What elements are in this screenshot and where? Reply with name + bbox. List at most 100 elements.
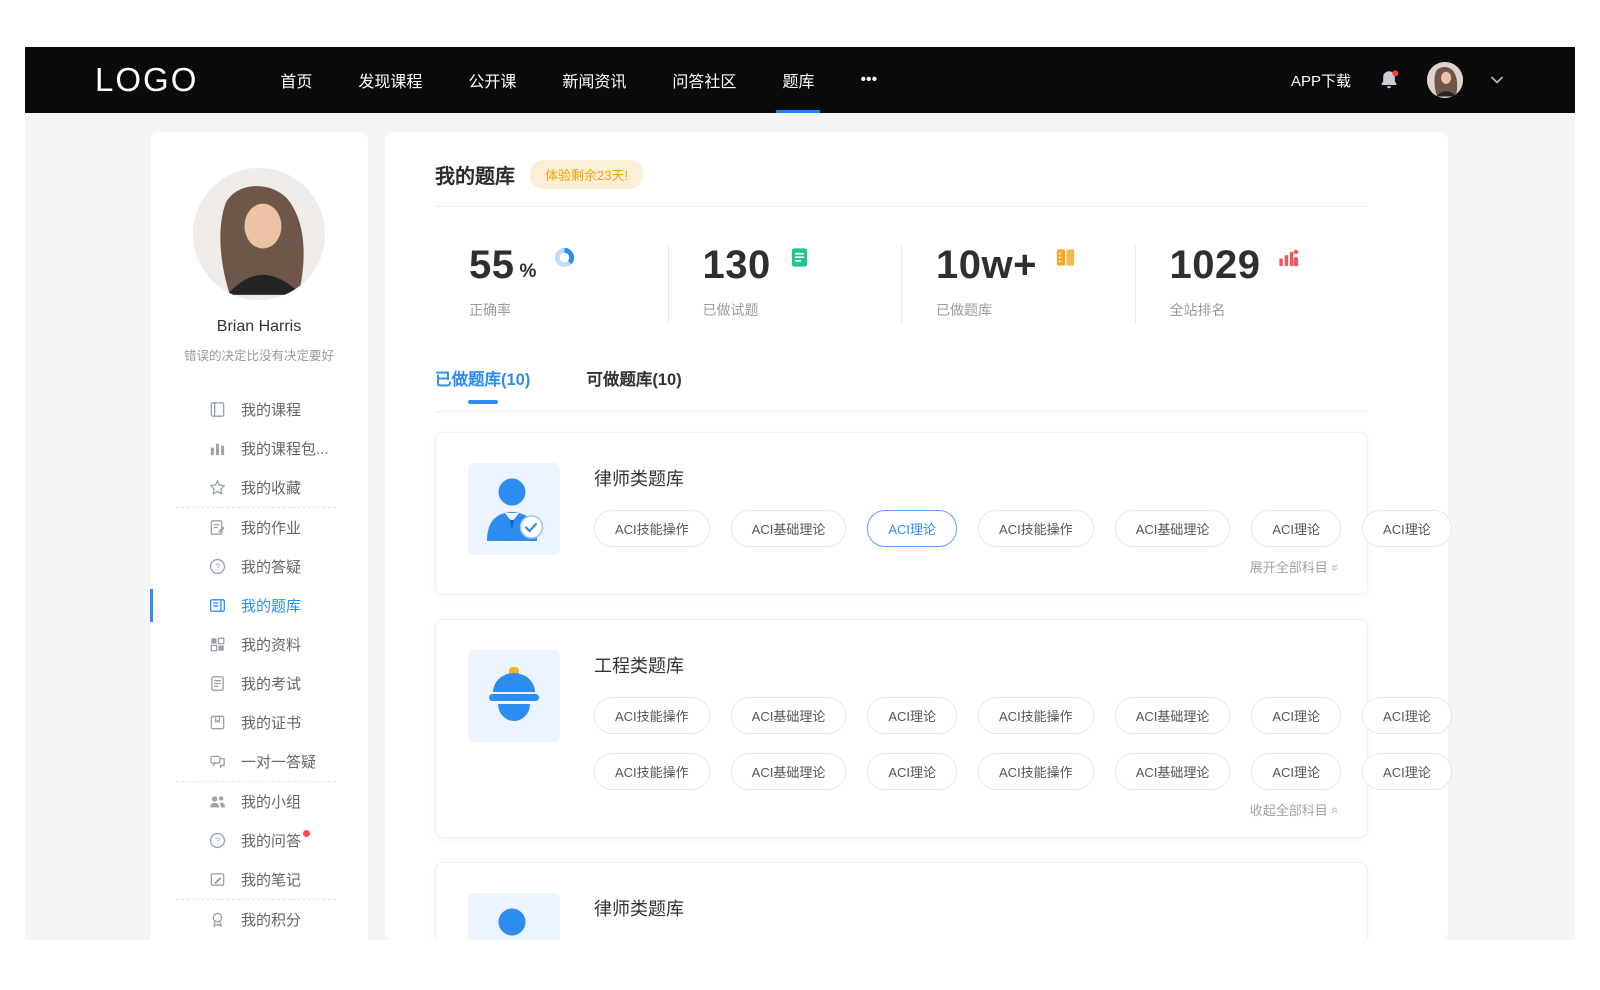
subject-tag[interactable]: ACI基础理论 [1115,697,1231,734]
stat-value-row: 130 [703,245,902,285]
stat-3: 1029全站排名 [1135,245,1369,324]
sidebar: Brian Harris 错误的决定比没有决定要好 我的课程我的课程包...我的… [150,132,368,940]
profile-data-icon [208,635,227,654]
subject-tag[interactable]: ACI技能操作 [594,697,710,734]
subject-tag[interactable]: ACI理论 [1362,753,1452,790]
stat-value: 130 [703,245,771,285]
tab-0[interactable]: 已做题库(10) [435,366,530,411]
sidebar-item-label: 我的收藏 [241,477,301,498]
nav-item-4[interactable]: 问答社区 [672,47,736,113]
certificate-icon [208,713,227,732]
lawyer-icon [468,893,560,940]
tag-row: ACI技能操作ACI基础理论ACI理论ACI技能操作ACI基础理论ACI理论AC… [594,753,1339,790]
app-download-link[interactable]: APP下载 [1291,70,1351,91]
sidebar-item-label: 我的题库 [241,595,301,616]
question-bank-card: 律师类题库ACI技能操作ACI基础理论ACI理论ACI技能操作ACI基础理论AC… [435,862,1368,940]
nav-item-3[interactable]: 新闻资讯 [562,47,626,113]
subject-tag[interactable]: ACI基础理论 [1115,510,1231,547]
subject-tag[interactable]: ACI技能操作 [978,697,1094,734]
sidebar-item-5[interactable]: 我的题库 [150,586,368,625]
star-icon [208,478,227,497]
active-tab-underline [468,400,498,404]
stat-1: 130已做试题 [668,245,902,324]
collapse-subjects-link[interactable]: 收起全部科目« [594,800,1339,827]
stat-value-row: 1029 [1170,245,1369,285]
exam-icon [208,674,227,693]
logo[interactable]: LOGO [95,61,198,99]
tab-1[interactable]: 可做题库(10) [586,366,681,411]
stats-row: 55% 正确率130已做试题10w+已做题库1029全站排名 [435,245,1368,324]
sidebar-item-label: 我的问答 [241,830,301,851]
bank-icon [208,596,227,615]
subject-tag[interactable]: ACI理论 [1362,510,1452,547]
subject-tag[interactable]: ACI基础理论 [1115,753,1231,790]
sidebar-item-9[interactable]: 一对一答疑 [150,742,368,781]
sidebar-item-3[interactable]: 我的作业 [150,508,368,547]
subject-tag[interactable]: ACI技能操作 [594,753,710,790]
tabs: 已做题库(10) 可做题库(10) [435,366,1368,412]
sidebar-item-2[interactable]: 我的收藏 [150,468,368,507]
subject-tag[interactable]: ACI理论 [867,753,957,790]
sidebar-item-7[interactable]: 我的考试 [150,664,368,703]
profile-motto: 错误的决定比没有决定要好 [150,345,368,364]
nav-item-0[interactable]: 首页 [280,47,312,113]
profile-avatar [193,168,325,300]
chevron-down-icon[interactable] [1489,72,1505,88]
sidebar-item-label: 我的考试 [241,673,301,694]
sidebar-item-label: 我的笔记 [241,869,301,890]
subject-tag[interactable]: ACI理论 [1251,697,1341,734]
sidebar-item-0[interactable]: 我的课程 [150,390,368,429]
card-title: 律师类题库 [594,895,1339,921]
subject-tag[interactable]: ACI理论 [1251,510,1341,547]
nav-item-1[interactable]: 发现课程 [358,47,422,113]
sidebar-item-label: 我的积分 [241,909,301,930]
subject-tag[interactable]: ACI理论 [1362,697,1452,734]
sidebar-item-10[interactable]: 我的小组 [150,782,368,821]
lawyer-icon [468,463,560,555]
rank-icon [1277,246,1300,269]
svg-text:?: ? [215,836,220,846]
sidebar-item-6[interactable]: 我的资料 [150,625,368,664]
sidebar-item-4[interactable]: ?我的答疑 [150,547,368,586]
main-header: 我的题库 体验剩余23天! [435,132,1368,207]
sidebar-item-label: 我的证书 [241,712,301,733]
subject-tag[interactable]: ACI技能操作 [978,510,1094,547]
nav-item-2[interactable]: 公开课 [468,47,516,113]
question-bank-cards: 律师类题库 ACI技能操作 ACI基础理论 ACI理论 ACI技能操作 ACI基础理论 AC… [435,432,1368,940]
stat-2: 10w+已做题库 [901,245,1135,324]
qa-icon: ? [208,831,227,850]
stat-value: 55 [469,245,515,285]
subject-tag[interactable]: ACI理论 [867,510,957,547]
main-panel: 我的题库 体验剩余23天! 55% 正确率130已做试题10w+已做题库1029全… [385,132,1448,940]
bell-icon[interactable] [1377,68,1401,92]
trial-badge: 体验剩余23天! [530,160,643,189]
user-avatar[interactable] [1427,62,1463,98]
tag-row: ACI技能操作ACI基础理论ACI理论ACI技能操作ACI基础理论ACI理论AC… [594,510,1339,547]
subject-tag[interactable]: ACI技能操作 [978,753,1094,790]
subject-tag[interactable]: ACI基础理论 [731,697,847,734]
subject-tag[interactable]: ACI基础理论 [731,510,847,547]
expand-subjects-link[interactable]: 展开全部科目» [594,557,1339,584]
subject-tag[interactable]: ACI基础理论 [731,753,847,790]
stat-value-row: 55% [469,245,668,285]
sidebar-item-11[interactable]: ? 我的问答 [150,821,368,860]
nav-item-6[interactable]: ••• [860,47,877,113]
page-title: 我的题库 [435,160,515,189]
subject-tag[interactable]: ACI技能操作 [594,510,710,547]
question-bank-card: 律师类题库ACI技能操作ACI基础理论ACI理论ACI技能操作ACI基础理论AC… [435,432,1368,595]
stat-label: 正确率 [469,300,668,320]
top-navbar: LOGO 首页发现课程公开课新闻资讯问答社区题库 ••• APP下载 [25,47,1575,113]
subject-tag[interactable]: ACI理论 [867,697,957,734]
sidebar-item-8[interactable]: 我的证书 [150,703,368,742]
card-icon-box [468,893,560,940]
sidebar-item-13[interactable]: 我的积分 [150,900,368,939]
donut-chart-icon [553,246,576,269]
sidebar-item-12[interactable]: 我的笔记 [150,860,368,899]
sidebar-item-1[interactable]: 我的课程包... [150,429,368,468]
stat-suffix: % [520,261,537,283]
card-icon-box [468,650,560,742]
homework-icon [208,518,227,537]
group-icon [208,792,227,811]
nav-item-5[interactable]: 题库 [782,47,814,113]
subject-tag[interactable]: ACI理论 [1251,753,1341,790]
